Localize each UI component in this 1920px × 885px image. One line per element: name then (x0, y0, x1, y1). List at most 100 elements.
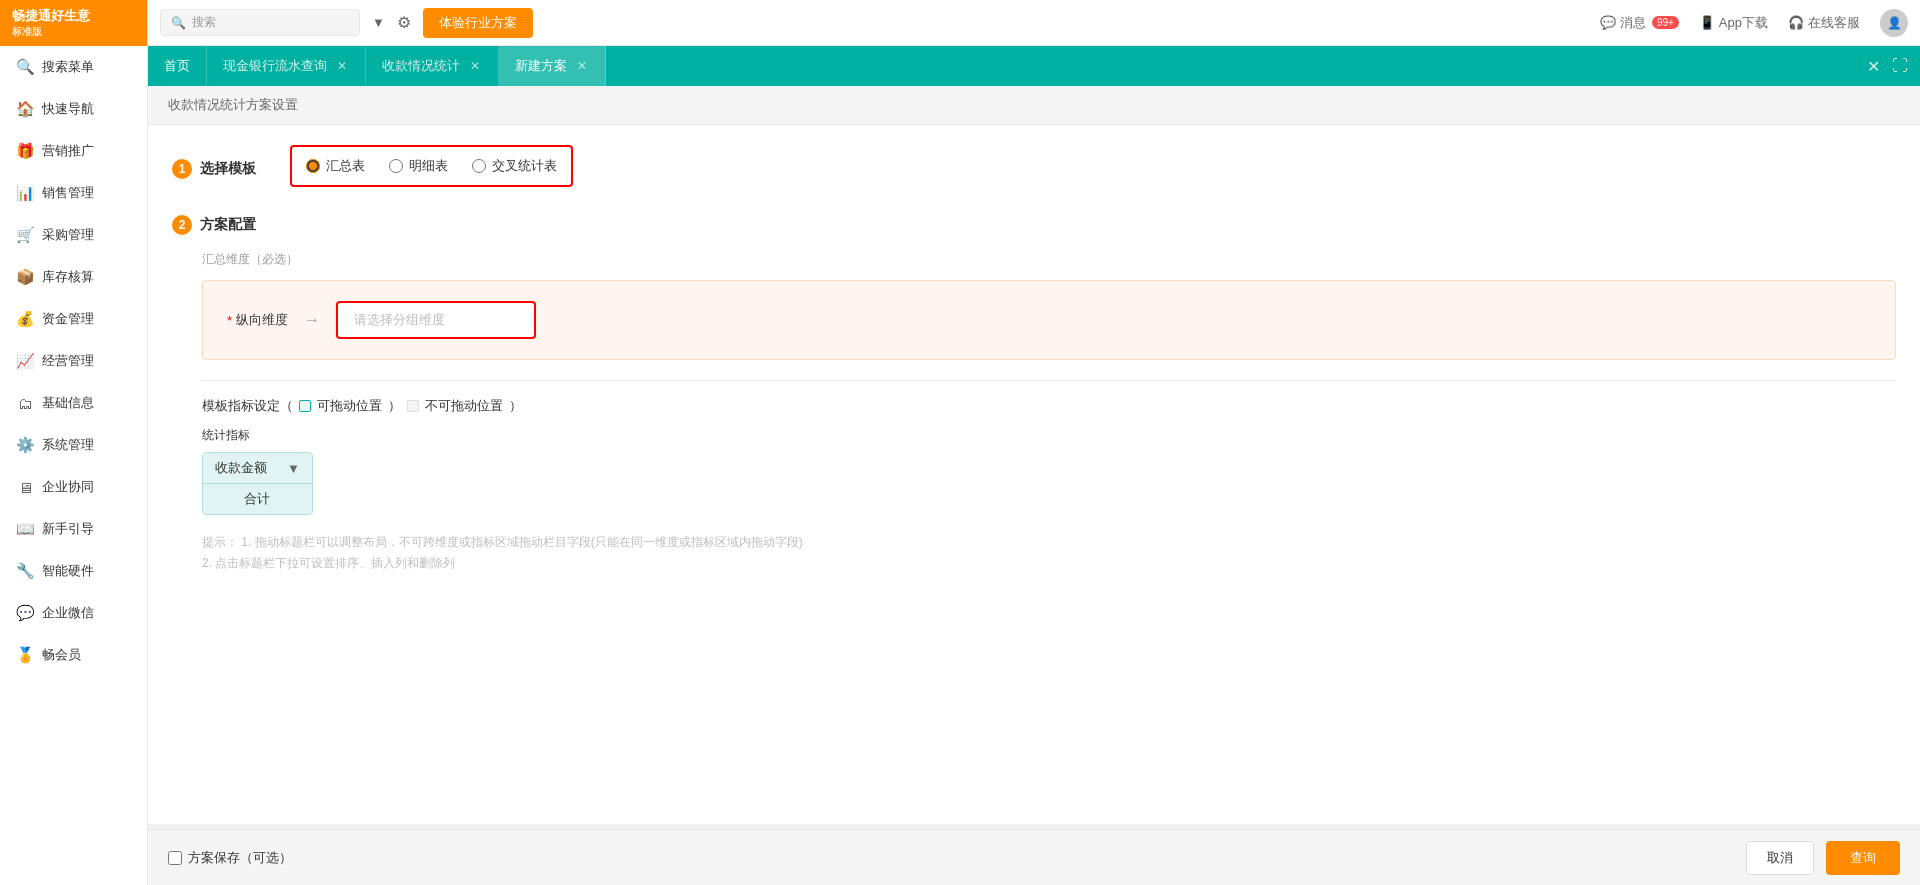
vertical-dim-label: * 纵向维度 (227, 311, 288, 329)
sidebar-item-operation[interactable]: 📈 经营管理 (0, 340, 147, 382)
logo-text: 畅捷通好生意 标准版 (12, 8, 90, 38)
template-cross-radio[interactable] (472, 159, 486, 173)
template-detail-radio[interactable] (389, 159, 403, 173)
topbar-search-icon: 🔍 (171, 16, 186, 30)
tab-receipt-label: 收款情况统计 (382, 57, 460, 75)
tab-bank-close[interactable]: ✕ (335, 58, 349, 74)
template-selection-box: 汇总表 明细表 交叉统计表 (290, 145, 573, 187)
gift-icon: 🎁 (16, 142, 34, 160)
box-icon: 📦 (16, 268, 34, 286)
query-button[interactable]: 查询 (1826, 841, 1900, 875)
content-area: 收款情况统计方案设置 1 选择模板 汇总表 明细表 (148, 86, 1920, 885)
trial-btn[interactable]: 体验行业方案 (423, 8, 533, 38)
service-icon: 🎧 (1788, 15, 1804, 30)
sidebar-logo: 畅捷通好生意 标准版 (0, 0, 147, 46)
cart-icon: 🛒 (16, 226, 34, 244)
page-header: 收款情况统计方案设置 (148, 86, 1920, 125)
metrics-chevron-icon[interactable]: ▼ (287, 461, 300, 476)
dim-arrow-icon: → (304, 311, 320, 329)
sidebar-item-purchase[interactable]: 🛒 采购管理 (0, 214, 147, 256)
money-icon: 💰 (16, 310, 34, 328)
sidebar: 畅捷通好生意 标准版 🔍 搜索菜单 🏠 快速导航 🎁 营销推广 📊 销售管理 🛒… (0, 0, 148, 885)
template-summary-option[interactable]: 汇总表 (306, 157, 365, 175)
sidebar-item-guide[interactable]: 📖 新手引导 (0, 508, 147, 550)
sidebar-item-sales[interactable]: 📊 销售管理 (0, 172, 147, 214)
required-star: * (227, 313, 232, 328)
service-btn[interactable]: 🎧 在线客服 (1788, 14, 1860, 32)
fixed-hint-item: 不可拖动位置 (407, 397, 503, 415)
sidebar-item-wechat[interactable]: 💬 企业微信 (0, 592, 147, 634)
footer-save: 方案保存（可选） (168, 849, 292, 867)
form-card: 1 选择模板 汇总表 明细表 交叉统计表 (148, 125, 1920, 824)
metrics-table: 收款金额 ▼ 合计 (202, 452, 313, 515)
main-area: 🔍 搜索 ▼ ⚙ 体验行业方案 💬 消息 99+ 📱 App下载 🎧 在线客服 … (148, 0, 1920, 885)
section2-label: 2 方案配置 (172, 215, 256, 235)
metrics-section: 模板指标设定（ 可拖动位置 ） 不可拖动位置 ） (202, 380, 1896, 518)
cancel-button[interactable]: 取消 (1746, 841, 1814, 875)
topbar-right: 💬 消息 99+ 📱 App下载 🎧 在线客服 👤 (1600, 9, 1908, 37)
search-icon: 🔍 (16, 58, 34, 76)
dim-select-dropdown[interactable]: 请选择分组维度 (336, 301, 536, 339)
dim-row: * 纵向维度 → 请选择分组维度 (227, 301, 1871, 339)
tabbar-actions: ✕ ⛶ (1867, 46, 1920, 86)
chat-icon: 💬 (16, 604, 34, 622)
tab-new-label: 新建方案 (515, 57, 567, 75)
tip-1: 提示： 1. 拖动标题栏可以调整布局，不可跨维度或指标区域拖动栏目字段(只能在同… (202, 534, 1896, 551)
tab-receipt[interactable]: 收款情况统计 ✕ (366, 46, 499, 86)
template-detail-option[interactable]: 明细表 (389, 157, 448, 175)
search-box[interactable]: 🔍 搜索 (160, 9, 360, 36)
dim-title: 汇总维度（必选） (202, 251, 1896, 268)
tab-home[interactable]: 首页 (148, 46, 207, 86)
sidebar-item-hardware[interactable]: 🔧 智能硬件 (0, 550, 147, 592)
sidebar-item-basic[interactable]: 🗂 基础信息 (0, 382, 147, 424)
download-btn[interactable]: 📱 App下载 (1699, 14, 1768, 32)
tab-bank[interactable]: 现金银行流水查询 ✕ (207, 46, 366, 86)
topbar-gear-icon[interactable]: ⚙ (397, 13, 411, 32)
message-icon: 💬 (1600, 15, 1616, 30)
sidebar-item-member[interactable]: 🏅 畅会员 (0, 634, 147, 676)
fixed-dot (407, 400, 419, 412)
topbar: 🔍 搜索 ▼ ⚙ 体验行业方案 💬 消息 99+ 📱 App下载 🎧 在线客服 … (148, 0, 1920, 46)
save-checkbox[interactable] (168, 851, 182, 865)
desktop-icon: 🖥 (16, 479, 34, 496)
tip-2: 2. 点击标题栏下拉可设置排序、插入列和删除列 (202, 555, 1896, 572)
section1-label: 1 选择模板 (172, 159, 256, 179)
sidebar-item-search[interactable]: 🔍 搜索菜单 (0, 46, 147, 88)
metrics-header: 模板指标设定（ 可拖动位置 ） 不可拖动位置 ） (202, 397, 1896, 415)
tabbar: 首页 现金银行流水查询 ✕ 收款情况统计 ✕ 新建方案 ✕ ✕ ⛶ (148, 46, 1920, 86)
wrench-icon: 🔧 (16, 562, 34, 580)
medal-icon: 🏅 (16, 646, 34, 664)
tab-receipt-close[interactable]: ✕ (468, 58, 482, 74)
tab-new[interactable]: 新建方案 ✕ (499, 46, 606, 86)
topbar-chevron-icon[interactable]: ▼ (372, 15, 385, 30)
sidebar-item-marketing[interactable]: 🎁 营销推广 (0, 130, 147, 172)
tab-close-all-btn[interactable]: ✕ (1867, 57, 1880, 76)
sidebar-item-inventory[interactable]: 📦 库存核算 (0, 256, 147, 298)
tab-maximize-btn[interactable]: ⛶ (1892, 57, 1908, 75)
home-icon: 🏠 (16, 100, 34, 118)
sidebar-item-system[interactable]: ⚙️ 系统管理 (0, 424, 147, 466)
sidebar-item-quicknav[interactable]: 🏠 快速导航 (0, 88, 147, 130)
info-icon: 🗂 (16, 395, 34, 412)
breadcrumb: 收款情况统计方案设置 (168, 97, 298, 112)
metrics-section-title: 统计指标 (202, 427, 1896, 444)
user-avatar[interactable]: 👤 (1880, 9, 1908, 37)
config-section: 2 方案配置 汇总维度（必选） * 纵向维度 → (172, 215, 1896, 584)
footer-actions: 取消 查询 (1746, 841, 1900, 875)
sidebar-item-corp[interactable]: 🖥 企业协同 (0, 466, 147, 508)
tab-bank-label: 现金银行流水查询 (223, 57, 327, 75)
footer: 方案保存（可选） 取消 查询 (148, 829, 1920, 885)
draggable-hint-item: 可拖动位置 (299, 397, 382, 415)
draggable-dot (299, 400, 311, 412)
sidebar-item-finance[interactable]: 💰 资金管理 (0, 298, 147, 340)
dim-config-area: * 纵向维度 → 请选择分组维度 (202, 280, 1896, 360)
template-cross-option[interactable]: 交叉统计表 (472, 157, 557, 175)
trend-icon: 📈 (16, 352, 34, 370)
metrics-row-subtotal[interactable]: 合计 (203, 484, 312, 514)
book-icon: 📖 (16, 520, 34, 538)
template-summary-radio[interactable] (306, 159, 320, 173)
tab-new-close[interactable]: ✕ (575, 58, 589, 74)
metrics-row-amount[interactable]: 收款金额 ▼ (203, 453, 312, 484)
message-btn[interactable]: 💬 消息 99+ (1600, 14, 1679, 32)
tips-area: 提示： 1. 拖动标题栏可以调整布局，不可跨维度或指标区域拖动栏目字段(只能在同… (202, 518, 1896, 584)
